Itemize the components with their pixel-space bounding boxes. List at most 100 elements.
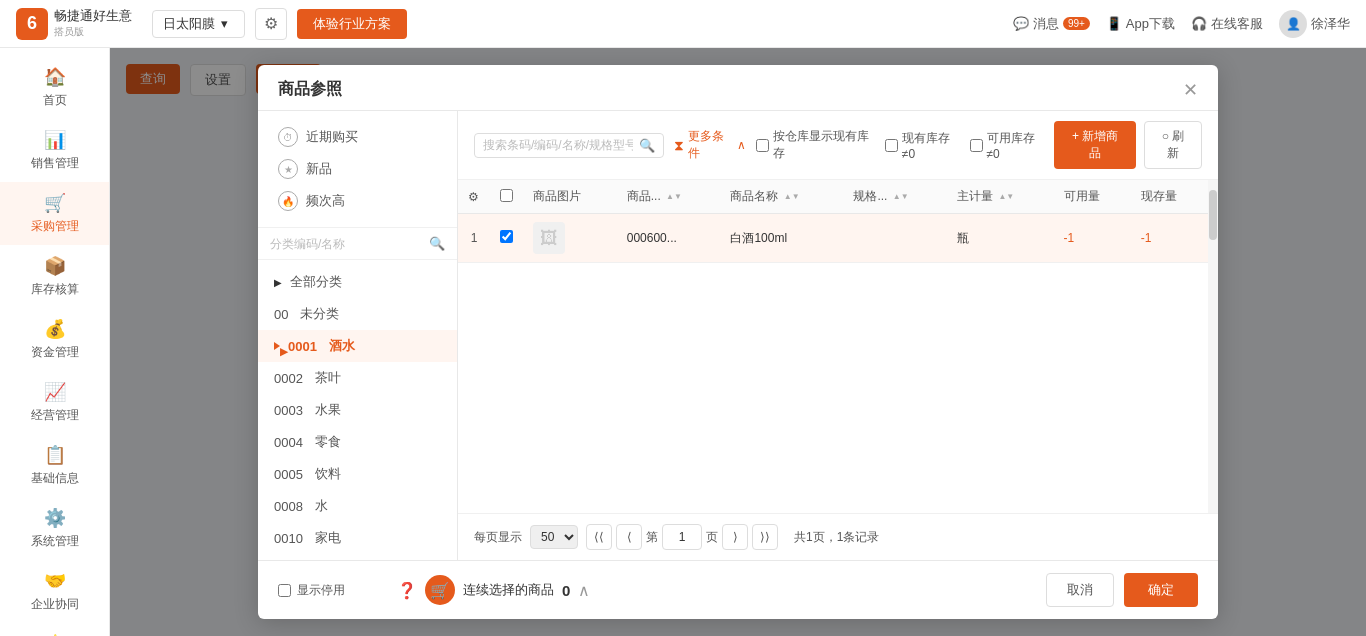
page-number-input[interactable] <box>662 524 702 550</box>
messages-link[interactable]: 💬 消息 99+ <box>1013 15 1090 33</box>
first-page-button[interactable]: ⟨⟨ <box>586 524 612 550</box>
scrollbar-thumb <box>1209 190 1217 240</box>
table-scroll-area[interactable]: ⚙ 商品图片 商品... <box>458 180 1208 513</box>
category-0002[interactable]: 0002 茶叶 <box>258 362 457 394</box>
col-code-label: 商品... <box>627 189 661 203</box>
high-frequency-item[interactable]: 🔥 频次高 <box>270 185 445 217</box>
filter-existing-stock[interactable]: 现有库存≠0 <box>885 130 960 161</box>
show-disabled-checkbox[interactable] <box>278 584 291 597</box>
sidebar-label-system: 系统管理 <box>31 533 79 550</box>
sidebar-item-enterprise[interactable]: 🤝 企业协同 <box>0 560 109 623</box>
category-search-input[interactable] <box>270 237 423 251</box>
more-filters-button[interactable]: ⧗ 更多条件 ∧ <box>674 128 746 162</box>
sidebar: 🏠 首页 📊 销售管理 🛒 采购管理 📦 库存核算 💰 资金管理 📈 经营管理 … <box>0 48 110 636</box>
last-page-button[interactable]: ⟩⟩ <box>752 524 778 550</box>
cart-icon[interactable]: 🛒 <box>425 575 455 605</box>
row-checkbox-cell[interactable] <box>490 214 523 263</box>
col-image-label: 商品图片 <box>533 189 581 203</box>
sidebar-item-basic[interactable]: 📋 基础信息 <box>0 434 109 497</box>
col-settings[interactable]: ⚙ <box>458 180 490 214</box>
category-all[interactable]: 全部分类 <box>258 266 457 298</box>
star-icon: ★ <box>278 159 298 179</box>
sidebar-item-inventory[interactable]: 📦 库存核算 <box>0 245 109 308</box>
col-name[interactable]: 商品名称 ▲▼ <box>720 180 843 214</box>
sidebar-item-purchase[interactable]: 🛒 采购管理 <box>0 182 109 245</box>
existing-stock-checkbox[interactable] <box>885 139 898 152</box>
sidebar-item-home[interactable]: 🏠 首页 <box>0 56 109 119</box>
page-navigation: ⟨⟨ ⟨ 第 页 ⟩ ⟩⟩ <box>586 524 778 550</box>
product-search-input[interactable] <box>483 138 633 152</box>
app-download-link[interactable]: 📱 App下载 <box>1106 15 1175 33</box>
category-0010[interactable]: 0010 家电 <box>258 522 457 554</box>
sidebar-item-finance[interactable]: 💰 资金管理 <box>0 308 109 371</box>
sort-name-icon: ▲▼ <box>784 193 800 201</box>
modal-close-button[interactable]: ✕ <box>1183 81 1198 99</box>
help-icon[interactable]: ❓ <box>397 581 417 600</box>
row-code: 000600... <box>617 214 721 263</box>
sidebar-item-system[interactable]: ⚙️ 系统管理 <box>0 497 109 560</box>
add-product-button[interactable]: + 新增商品 <box>1054 121 1136 169</box>
modal-right-panel: 🔍 ⧗ 更多条件 ∧ 按仓库显示现有库存 <box>458 111 1218 560</box>
filter-btn-label: 更多条件 <box>688 128 733 162</box>
cat-0001-code: 0001 <box>288 339 317 354</box>
system-icon: ⚙️ <box>44 507 66 529</box>
recent-purchases-item[interactable]: ⏱ 近期购买 <box>270 121 445 153</box>
search-icon[interactable]: 🔍 <box>639 138 655 153</box>
category-0003[interactable]: 0003 水果 <box>258 394 457 426</box>
prev-page-button[interactable]: ⟨ <box>616 524 642 550</box>
col-spec-label: 规格... <box>853 189 887 203</box>
cart-area[interactable]: ❓ 🛒 连续选择的商品 0 ∧ <box>397 575 590 605</box>
message-badge: 99+ <box>1063 17 1090 30</box>
fire-icon: 🔥 <box>278 191 298 211</box>
category-00[interactable]: 00 未分类 <box>258 298 457 330</box>
confirm-button[interactable]: 确定 <box>1124 573 1198 607</box>
filter-by-warehouse[interactable]: 按仓库显示现有库存 <box>756 128 875 162</box>
category-0001[interactable]: 0001 酒水 <box>258 330 457 362</box>
product-image: 🖼 <box>533 222 565 254</box>
brand-sub: 搭员版 <box>54 25 132 39</box>
cancel-button[interactable]: 取消 <box>1046 573 1114 607</box>
sort-unit-icon: ▲▼ <box>998 193 1014 201</box>
sidebar-item-sales[interactable]: 📊 销售管理 <box>0 119 109 182</box>
customer-service-link[interactable]: 🎧 在线客服 <box>1191 15 1263 33</box>
row-index: 1 <box>458 214 490 263</box>
filter-available-stock[interactable]: 可用库存≠0 <box>970 130 1045 161</box>
sort-code-icon: ▲▼ <box>666 193 682 201</box>
per-page-select[interactable]: 50 <box>530 525 578 549</box>
table-row[interactable]: 1 🖼 000600... <box>458 214 1208 263</box>
refresh-button[interactable]: ○ 刷新 <box>1144 121 1202 169</box>
page-total-info: 共1页，1条记录 <box>794 529 879 546</box>
show-disabled-toggle[interactable]: 显示停用 <box>278 582 345 599</box>
category-0005[interactable]: 0005 饮料 <box>258 458 457 490</box>
new-products-item[interactable]: ★ 新品 <box>270 153 445 185</box>
modal-toolbar: 🔍 ⧗ 更多条件 ∧ 按仓库显示现有库存 <box>458 111 1218 180</box>
row-unit: 瓶 <box>947 214 1053 263</box>
available-stock-checkbox[interactable] <box>970 139 983 152</box>
sidebar-item-guide[interactable]: 🌟 新手引导 <box>0 623 109 636</box>
trial-button[interactable]: 体验行业方案 <box>297 9 407 39</box>
category-search-icon[interactable]: 🔍 <box>429 236 445 251</box>
quick-access-panel: ⏱ 近期购买 ★ 新品 🔥 频次高 <box>258 111 457 228</box>
sidebar-label-basic: 基础信息 <box>31 470 79 487</box>
category-0004[interactable]: 0004 零食 <box>258 426 457 458</box>
sidebar-item-operation[interactable]: 📈 经营管理 <box>0 371 109 434</box>
category-0008[interactable]: 0008 水 <box>258 490 457 522</box>
cat-0005-name: 饮料 <box>315 465 341 483</box>
col-unit[interactable]: 主计量 ▲▼ <box>947 180 1053 214</box>
nav-dropdown[interactable]: 日太阳膜 ▾ <box>152 10 245 38</box>
page-word: 第 <box>646 529 658 546</box>
chevron-down-icon: ▾ <box>221 16 228 31</box>
next-page-button[interactable]: ⟩ <box>722 524 748 550</box>
cat-0008-code: 0008 <box>274 499 303 514</box>
high-freq-label: 频次高 <box>306 192 345 210</box>
vertical-scrollbar[interactable] <box>1208 180 1218 513</box>
select-all-checkbox[interactable] <box>500 189 513 202</box>
collapse-cart-icon[interactable]: ∧ <box>578 581 590 600</box>
sort-spec-icon: ▲▼ <box>893 193 909 201</box>
col-code[interactable]: 商品... ▲▼ <box>617 180 721 214</box>
warehouse-checkbox[interactable] <box>756 139 769 152</box>
col-spec[interactable]: 规格... ▲▼ <box>843 180 947 214</box>
settings-icon[interactable]: ⚙ <box>255 8 287 40</box>
row-checkbox[interactable] <box>500 230 513 243</box>
user-profile[interactable]: 👤 徐泽华 <box>1279 10 1350 38</box>
